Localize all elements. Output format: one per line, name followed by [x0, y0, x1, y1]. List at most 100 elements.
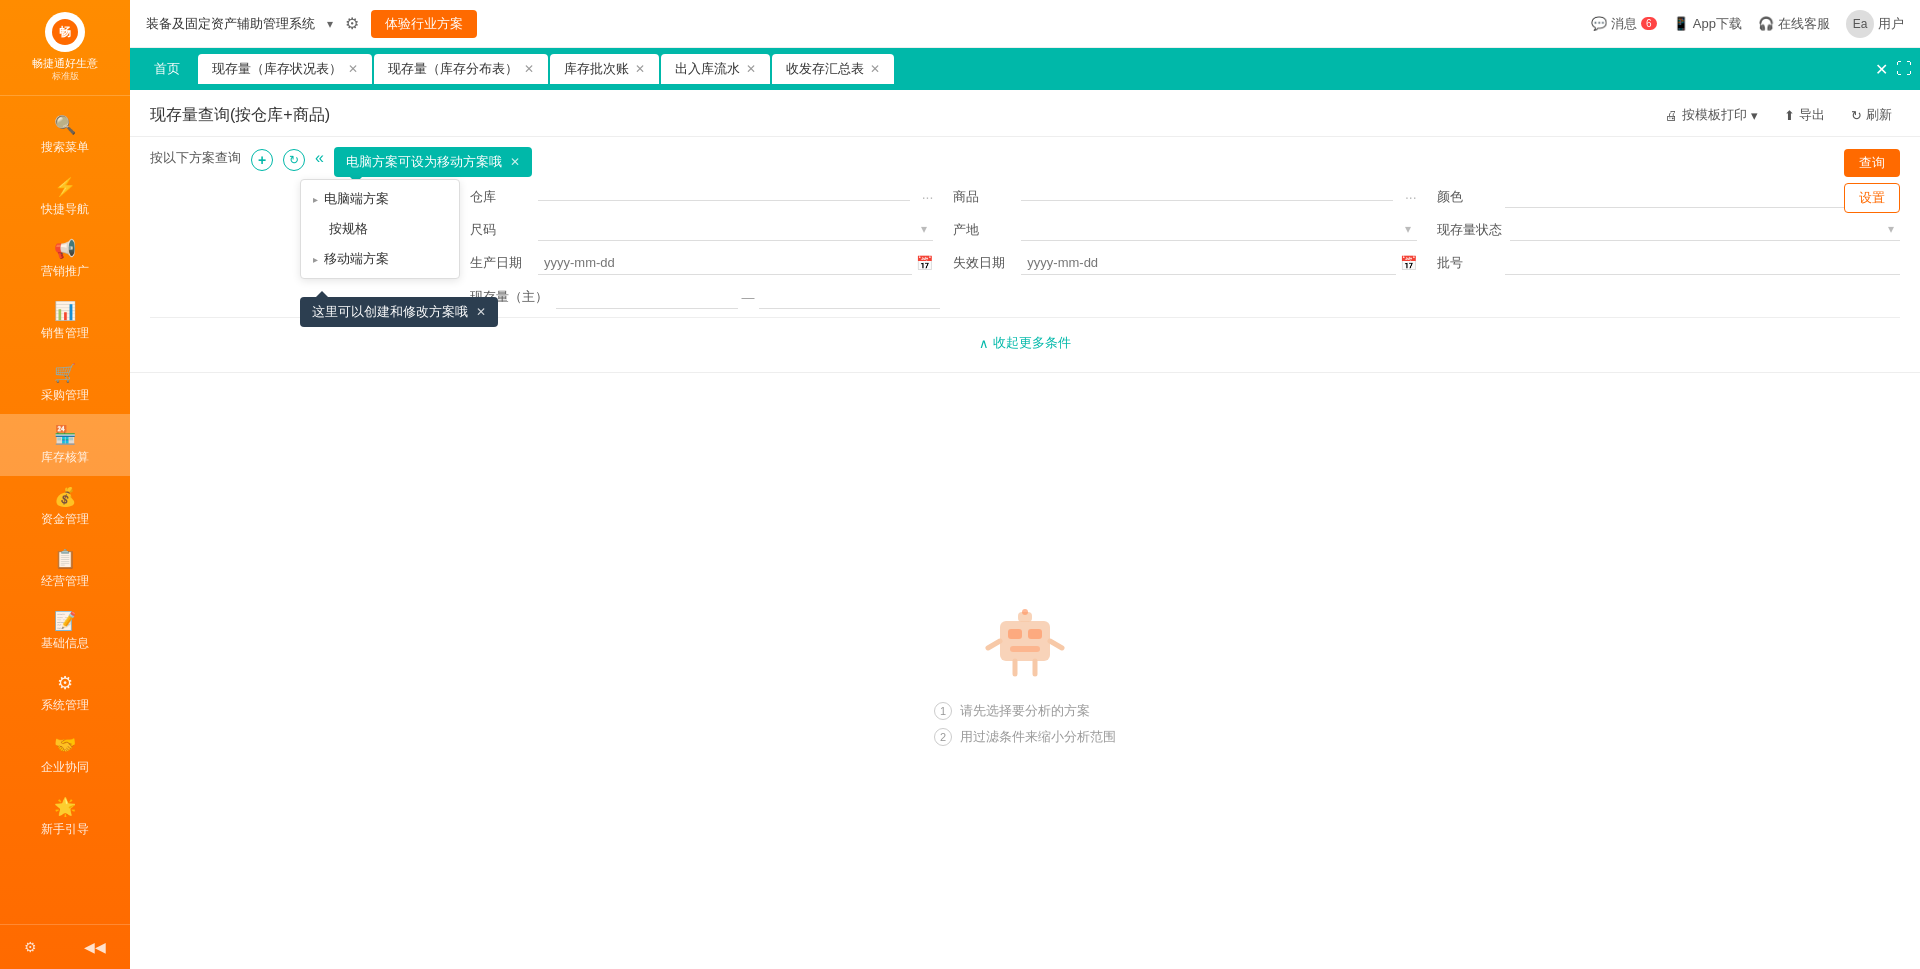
svg-rect-4 [1028, 629, 1042, 639]
goods-input[interactable] [1021, 192, 1393, 201]
tab-close-inventory-dist[interactable]: ✕ [524, 62, 534, 76]
filter-expire-date: 失效日期 📅 [953, 251, 1416, 275]
produce-date-start[interactable] [538, 251, 912, 275]
filter-goods: 商品 ··· [953, 185, 1416, 208]
batch-input[interactable] [1505, 251, 1900, 275]
sidebar-item-quick[interactable]: ⚡ 快捷导航 [0, 166, 130, 228]
tab-home[interactable]: 首页 [138, 54, 196, 84]
marketing-icon: 📢 [54, 238, 76, 260]
stock-status-select[interactable]: ▾ [1510, 218, 1900, 241]
user-btn[interactable]: Ea 用户 [1846, 10, 1904, 38]
filter-refresh-btn[interactable]: ↻ [283, 149, 305, 171]
sidebar: 畅 畅捷通好生意 标准版 🔍 搜索菜单 ⚡ 快捷导航 📢 营销推广 📊 销售管理… [0, 0, 130, 969]
expand-icon: ▸ [313, 194, 318, 205]
sidebar-item-basic[interactable]: 📝 基础信息 [0, 600, 130, 662]
goods-dots[interactable]: ··· [1405, 189, 1417, 205]
filter-add-btn[interactable]: + [251, 149, 273, 171]
online-service-btn[interactable]: 🎧 在线客服 [1758, 15, 1830, 33]
header-settings-btn[interactable]: ⚙ [345, 14, 359, 33]
tab-close-batch-ledger[interactable]: ✕ [635, 62, 645, 76]
sidebar-nav: 🔍 搜索菜单 ⚡ 快捷导航 📢 营销推广 📊 销售管理 🛒 采购管理 🏪 库存核… [0, 96, 130, 924]
filter-left-arrow-btn[interactable]: « [315, 149, 324, 167]
tab-inventory-status[interactable]: 现存量（库存状况表） ✕ [198, 54, 372, 84]
filter-stock-status: 现存量状态 ▾ [1437, 218, 1900, 241]
trial-button[interactable]: 体验行业方案 [371, 10, 477, 38]
enterprise-icon: 🤝 [54, 734, 76, 756]
goods-label: 商品 [953, 188, 1013, 206]
tooltip1-close[interactable]: ✕ [510, 155, 520, 169]
system-dropdown[interactable]: ▾ [327, 17, 333, 31]
tree-item-spec[interactable]: 按规格 [301, 214, 459, 244]
sidebar-item-sales[interactable]: 📊 销售管理 [0, 290, 130, 352]
app-download-btn[interactable]: 📱 App下载 [1673, 15, 1742, 33]
warehouse-dots[interactable]: ··· [922, 189, 934, 205]
avatar: Ea [1846, 10, 1874, 38]
sidebar-item-enterprise[interactable]: 🤝 企业协同 [0, 724, 130, 786]
svg-text:畅: 畅 [59, 25, 71, 39]
tab-in-out-flow[interactable]: 出入库流水 ✕ [661, 54, 770, 84]
tab-close-inventory-status[interactable]: ✕ [348, 62, 358, 76]
filter-produce-date: 生产日期 📅 [470, 251, 933, 275]
system-title: 装备及固定资产辅助管理系统 [146, 15, 315, 33]
origin-label: 产地 [953, 221, 1013, 239]
management-icon: 📋 [54, 548, 76, 570]
tree-item-desktop[interactable]: ▸ 电脑端方案 [301, 184, 459, 214]
svg-line-7 [1050, 641, 1062, 648]
tooltip2-close[interactable]: ✕ [476, 305, 486, 319]
finance-icon: 💰 [54, 486, 76, 508]
page-actions: 🖨 按模板打印 ▾ ⬆ 导出 ↻ 刷新 [1657, 102, 1900, 128]
search-button[interactable]: 查询 [1844, 149, 1900, 177]
tab-close-all-btn[interactable]: ✕ [1875, 60, 1888, 79]
tab-inventory-dist[interactable]: 现存量（库存分布表） ✕ [374, 54, 548, 84]
sidebar-item-search[interactable]: 🔍 搜索菜单 [0, 104, 130, 166]
print-icon: 🖨 [1665, 108, 1678, 123]
sidebar-item-purchase[interactable]: 🛒 采购管理 [0, 352, 130, 414]
tab-close-receive-summary[interactable]: ✕ [870, 62, 880, 76]
tree-item-mobile[interactable]: ▸ 移动端方案 [301, 244, 459, 274]
svg-rect-5 [1010, 646, 1040, 652]
tab-fullscreen-btn[interactable]: ⛶ [1896, 60, 1912, 78]
tab-batch-ledger[interactable]: 库存批次账 ✕ [550, 54, 659, 84]
search-icon: 🔍 [54, 114, 76, 136]
collapse-more-btn[interactable]: ∧ 收起更多条件 [150, 326, 1900, 360]
sidebar-item-finance[interactable]: 💰 资金管理 [0, 476, 130, 538]
logo-text: 畅捷通好生意 [8, 56, 122, 70]
filter-label: 按以下方案查询 [150, 149, 241, 167]
stock-status-caret-icon: ▾ [1888, 222, 1894, 236]
filter-batch: 批号 [1437, 251, 1900, 275]
sidebar-item-marketing[interactable]: 📢 营销推广 [0, 228, 130, 290]
tab-close-in-out-flow[interactable]: ✕ [746, 62, 756, 76]
warehouse-input[interactable] [538, 192, 910, 201]
filter-warehouse: 仓库 ··· [470, 185, 933, 208]
expire-date-start[interactable] [1021, 251, 1395, 275]
origin-select[interactable]: ▾ [1021, 218, 1416, 241]
refresh-btn[interactable]: ↻ 刷新 [1843, 102, 1900, 128]
tab-bar-right: ✕ ⛶ [1875, 60, 1912, 79]
empty-illustration [980, 596, 1070, 686]
sidebar-item-system[interactable]: ⚙ 系统管理 [0, 662, 130, 724]
export-btn[interactable]: ⬆ 导出 [1776, 102, 1833, 128]
filter-area: 按以下方案查询 + ↻ « 电脑方案可设为移动方案哦 ✕ [130, 137, 1920, 373]
svg-rect-2 [1000, 621, 1050, 661]
produce-date-cal-icon[interactable]: 📅 [916, 255, 933, 271]
tab-receive-summary[interactable]: 收发存汇总表 ✕ [772, 54, 894, 84]
template-print-btn[interactable]: 🖨 按模板打印 ▾ [1657, 102, 1766, 128]
filter-stock-qty: 现存量（主） — [470, 285, 940, 309]
stock-qty-min[interactable] [556, 285, 738, 309]
color-select[interactable]: ▾ [1505, 185, 1900, 208]
sidebar-item-guide[interactable]: 🌟 新手引导 [0, 786, 130, 848]
sidebar-item-management[interactable]: 📋 经营管理 [0, 538, 130, 600]
logo-badge: 标准版 [8, 70, 122, 83]
top-header: 装备及固定资产辅助管理系统 ▾ ⚙ 体验行业方案 💬 消息 6 📱 App下载 … [130, 0, 1920, 48]
expire-date-cal-icon[interactable]: 📅 [1400, 255, 1417, 271]
sidebar-collapse-btn[interactable]: ◀◀ [80, 935, 110, 959]
stock-qty-max[interactable] [759, 285, 941, 309]
sidebar-item-inventory[interactable]: 🏪 库存核算 [0, 414, 130, 476]
messages-btn[interactable]: 💬 消息 6 [1591, 15, 1657, 33]
reset-button[interactable]: 设置 [1844, 183, 1900, 213]
guide-icon: 🌟 [54, 796, 76, 818]
size-label: 尺码 [470, 221, 530, 239]
size-select[interactable]: ▾ [538, 218, 933, 241]
tip-num-2: 2 [934, 728, 952, 746]
sidebar-settings-btn[interactable]: ⚙ [20, 935, 41, 959]
